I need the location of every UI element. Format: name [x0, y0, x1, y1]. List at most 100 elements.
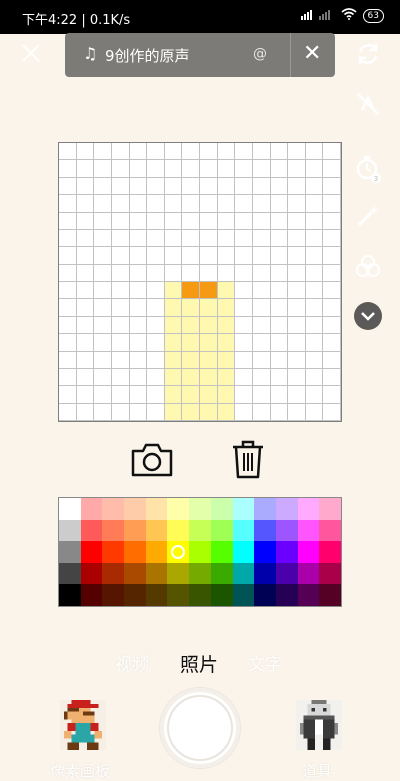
- grid-cell[interactable]: [147, 247, 165, 265]
- grid-cell[interactable]: [270, 386, 289, 404]
- grid-cell[interactable]: [129, 316, 148, 335]
- grid-cell[interactable]: [59, 264, 77, 282]
- palette-swatch[interactable]: [167, 519, 190, 542]
- grid-cell[interactable]: [59, 351, 77, 369]
- grid-cell[interactable]: [147, 143, 165, 161]
- grid-cell[interactable]: [323, 351, 341, 369]
- music-selector[interactable]: ♫ 9创作的原声 @ ✕: [65, 33, 335, 77]
- pixel-canvas[interactable]: [58, 142, 342, 422]
- grid-cell[interactable]: [235, 160, 253, 178]
- grid-cell[interactable]: [200, 264, 218, 282]
- grid-cell[interactable]: [305, 282, 324, 300]
- grid-cell[interactable]: [252, 143, 271, 161]
- palette-swatch[interactable]: [189, 584, 211, 606]
- grid-cell[interactable]: [288, 143, 306, 161]
- grid-cell[interactable]: [129, 177, 148, 196]
- grid-cell[interactable]: [200, 368, 218, 387]
- grid-cell[interactable]: [94, 334, 112, 352]
- shutter-button[interactable]: [160, 688, 240, 768]
- grid-cell[interactable]: [235, 143, 253, 161]
- grid-cell[interactable]: [235, 351, 253, 369]
- grid-cell[interactable]: [147, 368, 165, 387]
- palette-swatch[interactable]: [210, 541, 233, 563]
- grid-cell[interactable]: [129, 264, 148, 282]
- grid-cell[interactable]: [200, 316, 218, 335]
- palette-swatch[interactable]: [145, 541, 168, 563]
- grid-cell[interactable]: [288, 403, 306, 421]
- grid-cell[interactable]: [59, 143, 77, 161]
- grid-cell[interactable]: [76, 386, 95, 404]
- grid-cell[interactable]: [147, 195, 165, 213]
- grid-cell[interactable]: [200, 403, 218, 421]
- grid-cell[interactable]: [217, 403, 236, 421]
- grid-cell[interactable]: [270, 229, 289, 248]
- grid-cell[interactable]: [182, 160, 200, 178]
- grid-cell[interactable]: [323, 264, 341, 282]
- palette-swatch[interactable]: [145, 519, 168, 542]
- grid-cell[interactable]: [235, 264, 253, 282]
- palette-swatch[interactable]: [319, 584, 341, 606]
- grid-cell[interactable]: [76, 247, 95, 265]
- grid-cell[interactable]: [305, 334, 324, 352]
- grid-cell[interactable]: [270, 403, 289, 421]
- grid-cell[interactable]: [270, 299, 289, 317]
- grid-cell[interactable]: [147, 403, 165, 421]
- palette-swatch[interactable]: [102, 498, 125, 520]
- grid-cell[interactable]: [111, 195, 130, 213]
- palette-swatch[interactable]: [102, 541, 125, 563]
- grid-cell[interactable]: [217, 282, 236, 300]
- grid-cell[interactable]: [94, 195, 112, 213]
- grid-cell[interactable]: [94, 368, 112, 387]
- grid-cell[interactable]: [270, 247, 289, 265]
- grid-cell[interactable]: [147, 316, 165, 335]
- grid-cell[interactable]: [94, 316, 112, 335]
- mode-tab-photo[interactable]: 照片: [180, 650, 218, 677]
- grid-cell[interactable]: [200, 177, 218, 196]
- grid-cell[interactable]: [76, 177, 95, 196]
- palette-swatch[interactable]: [232, 584, 255, 606]
- grid-cell[interactable]: [323, 368, 341, 387]
- grid-cell[interactable]: [323, 386, 341, 404]
- grid-cell[interactable]: [94, 143, 112, 161]
- grid-cell[interactable]: [59, 282, 77, 300]
- grid-cell[interactable]: [59, 368, 77, 387]
- grid-cell[interactable]: [182, 386, 200, 404]
- grid-cell[interactable]: [305, 177, 324, 196]
- palette-swatch[interactable]: [297, 584, 320, 606]
- grid-cell[interactable]: [129, 334, 148, 352]
- grid-cell[interactable]: [76, 229, 95, 248]
- grid-cell[interactable]: [217, 351, 236, 369]
- grid-cell[interactable]: [76, 212, 95, 230]
- grid-cell[interactable]: [323, 334, 341, 352]
- palette-swatch[interactable]: [232, 498, 255, 520]
- grid-cell[interactable]: [94, 229, 112, 248]
- grid-cell[interactable]: [323, 316, 341, 335]
- grid-cell[interactable]: [323, 195, 341, 213]
- palette-swatch[interactable]: [189, 541, 211, 563]
- palette-swatch[interactable]: [167, 562, 190, 585]
- grid-cell[interactable]: [164, 386, 183, 404]
- grid-cell[interactable]: [270, 282, 289, 300]
- grid-cell[interactable]: [59, 160, 77, 178]
- grid-cell[interactable]: [217, 386, 236, 404]
- palette-swatch[interactable]: [319, 562, 341, 585]
- grid-cell[interactable]: [94, 160, 112, 178]
- grid-cell[interactable]: [200, 299, 218, 317]
- grid-cell[interactable]: [182, 334, 200, 352]
- grid-cell[interactable]: [270, 368, 289, 387]
- grid-cell[interactable]: [76, 264, 95, 282]
- grid-cell[interactable]: [94, 403, 112, 421]
- grid-cell[interactable]: [164, 143, 183, 161]
- palette-swatch[interactable]: [232, 562, 255, 585]
- grid-cell[interactable]: [76, 282, 95, 300]
- grid-cell[interactable]: [182, 143, 200, 161]
- grid-cell[interactable]: [270, 316, 289, 335]
- grid-cell[interactable]: [182, 195, 200, 213]
- grid-cell[interactable]: [252, 334, 271, 352]
- palette-swatch[interactable]: [232, 519, 255, 542]
- grid-cell[interactable]: [94, 299, 112, 317]
- grid-cell[interactable]: [288, 282, 306, 300]
- palette-swatch[interactable]: [254, 562, 276, 585]
- palette-swatch[interactable]: [210, 498, 233, 520]
- grid-cell[interactable]: [323, 212, 341, 230]
